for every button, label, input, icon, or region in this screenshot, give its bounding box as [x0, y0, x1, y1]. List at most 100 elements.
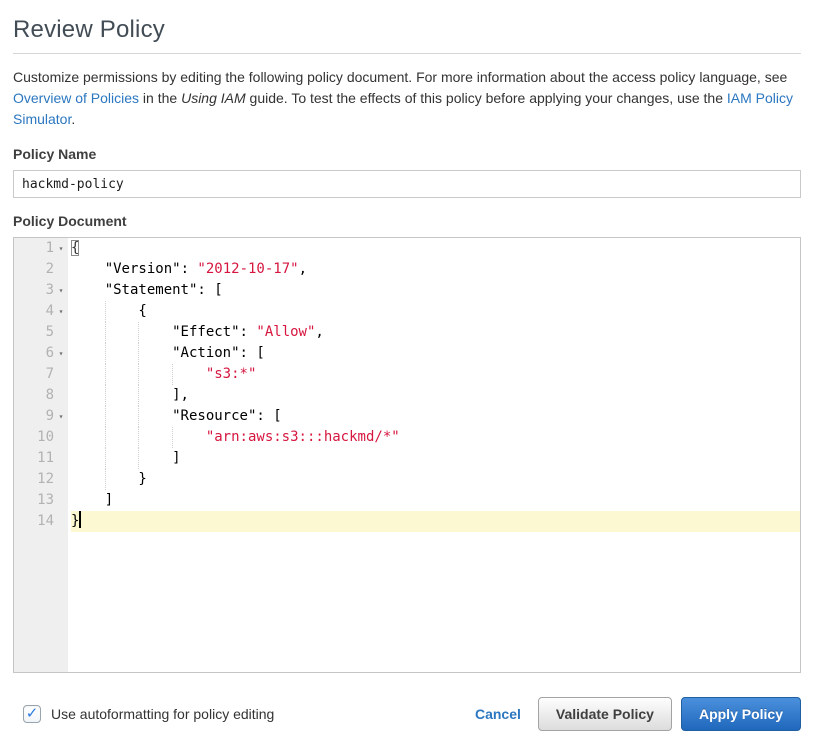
code-token-string: "2012-10-17": [197, 261, 298, 277]
indent-guide: [138, 448, 172, 469]
description-text-3: guide. To test the effects of this polic…: [246, 90, 727, 106]
code-token-plain: :: [181, 261, 198, 277]
line-number: 2: [46, 259, 54, 280]
fold-arrow-icon[interactable]: ▾: [54, 343, 68, 364]
fold-arrow-icon[interactable]: ▾: [54, 238, 68, 259]
gutter-line: 11: [14, 448, 68, 469]
line-number: 5: [46, 322, 54, 343]
code-token-string: "arn:aws:s3:::hackmd/*": [206, 429, 400, 445]
code-line[interactable]: "arn:aws:s3:::hackmd/*": [71, 427, 800, 448]
gutter-line: 10: [14, 427, 68, 448]
autoformat-option[interactable]: ✓ Use autoformatting for policy editing: [13, 705, 274, 723]
gutter-line: 4▾: [14, 301, 68, 322]
code-line[interactable]: ]: [71, 490, 800, 511]
indent-guide: [105, 427, 139, 448]
indent-guide: [105, 448, 139, 469]
indent-space: [71, 301, 105, 322]
gutter-line: 7: [14, 364, 68, 385]
autoformat-label: Use autoformatting for policy editing: [51, 706, 274, 722]
code-line[interactable]: "Statement": [: [71, 280, 800, 301]
indent-guide: [138, 385, 172, 406]
line-number: 7: [46, 364, 54, 385]
title-divider: [13, 53, 801, 54]
gutter-line: 1▾: [14, 238, 68, 259]
gutter-line: 8: [14, 385, 68, 406]
review-policy-page: Review Policy Customize permissions by e…: [0, 0, 814, 731]
code-line[interactable]: }: [71, 469, 800, 490]
cancel-link[interactable]: Cancel: [475, 706, 521, 722]
indent-guide: [138, 322, 172, 343]
code-line[interactable]: "Version": "2012-10-17",: [71, 259, 800, 280]
line-number: 9: [46, 406, 54, 427]
code-line[interactable]: {: [71, 238, 800, 259]
code-token-paren_match: {: [71, 240, 79, 256]
code-token-plain: }: [71, 513, 79, 529]
gutter-line: 13: [14, 490, 68, 511]
code-token-string: "Allow": [256, 324, 315, 340]
line-number: 12: [37, 469, 54, 490]
fold-arrow-icon[interactable]: ▾: [54, 406, 68, 427]
code-token-plain: ]: [105, 492, 113, 508]
indent-space: [71, 322, 105, 343]
autoformat-checkbox[interactable]: ✓: [23, 705, 41, 723]
indent-guide: [105, 364, 139, 385]
indent-guide: [105, 385, 139, 406]
policy-name-input[interactable]: [13, 170, 801, 198]
gutter-line: 3▾: [14, 280, 68, 301]
gutter-line: 6▾: [14, 343, 68, 364]
indent-guide: [105, 343, 139, 364]
editor-gutter: 1▾23▾4▾56▾789▾1011121314: [14, 238, 68, 672]
line-number: 3: [46, 280, 54, 301]
indent-space: [71, 406, 105, 427]
validate-policy-button[interactable]: Validate Policy: [538, 697, 672, 731]
indent-guide: [105, 406, 139, 427]
code-token-plain: }: [138, 471, 146, 487]
policy-document-editor[interactable]: 1▾23▾4▾56▾789▾1011121314 {"Version": "20…: [13, 237, 801, 673]
description-text-2: in the: [139, 90, 181, 106]
line-number: 11: [37, 448, 54, 469]
indent-guide: [138, 406, 172, 427]
line-number: 13: [37, 490, 54, 511]
description-text-1: Customize permissions by editing the fol…: [13, 69, 787, 85]
overview-of-policies-link[interactable]: Overview of Policies: [13, 90, 139, 106]
checkmark-icon: ✓: [26, 706, 39, 721]
code-token-plain: {: [138, 303, 146, 319]
footer-bar: ✓ Use autoformatting for policy editing …: [13, 697, 801, 731]
indent-guide: [138, 364, 172, 385]
code-line[interactable]: ],: [71, 385, 800, 406]
code-line[interactable]: "Effect": "Allow",: [71, 322, 800, 343]
code-line[interactable]: "s3:*": [71, 364, 800, 385]
code-token-key: "Action": [172, 345, 239, 361]
description-text-4: .: [71, 111, 75, 127]
indent-guide: [138, 427, 172, 448]
apply-policy-button[interactable]: Apply Policy: [681, 697, 801, 731]
code-token-string: "s3:*": [206, 366, 257, 382]
code-line[interactable]: {: [71, 301, 800, 322]
line-number: 1: [46, 238, 54, 259]
code-line[interactable]: ]: [71, 448, 800, 469]
page-title: Review Policy: [13, 16, 801, 44]
policy-document-label: Policy Document: [13, 213, 801, 229]
indent-space: [71, 259, 105, 280]
fold-arrow-icon[interactable]: ▾: [54, 280, 68, 301]
using-iam-guide-name: Using IAM: [181, 90, 246, 106]
code-token-key: "Effect": [172, 324, 239, 340]
code-token-plain: ,: [299, 261, 307, 277]
indent-space: [71, 343, 105, 364]
code-token-key: "Statement": [105, 282, 198, 298]
code-line[interactable]: "Action": [: [71, 343, 800, 364]
indent-guide: [172, 364, 206, 385]
code-token-plain: :: [240, 324, 257, 340]
indent-space: [71, 364, 105, 385]
gutter-line: 2: [14, 259, 68, 280]
gutter-line: 5: [14, 322, 68, 343]
code-line[interactable]: "Resource": [: [71, 406, 800, 427]
indent-space: [71, 469, 105, 490]
indent-guide: [138, 343, 172, 364]
line-number: 6: [46, 343, 54, 364]
line-number: 14: [37, 511, 54, 532]
indent-guide: [105, 322, 139, 343]
fold-arrow-icon[interactable]: ▾: [54, 301, 68, 322]
code-line[interactable]: }: [71, 511, 800, 532]
editor-content[interactable]: { "Version": "2012-10-17","Statement": [ {…: [68, 238, 800, 672]
